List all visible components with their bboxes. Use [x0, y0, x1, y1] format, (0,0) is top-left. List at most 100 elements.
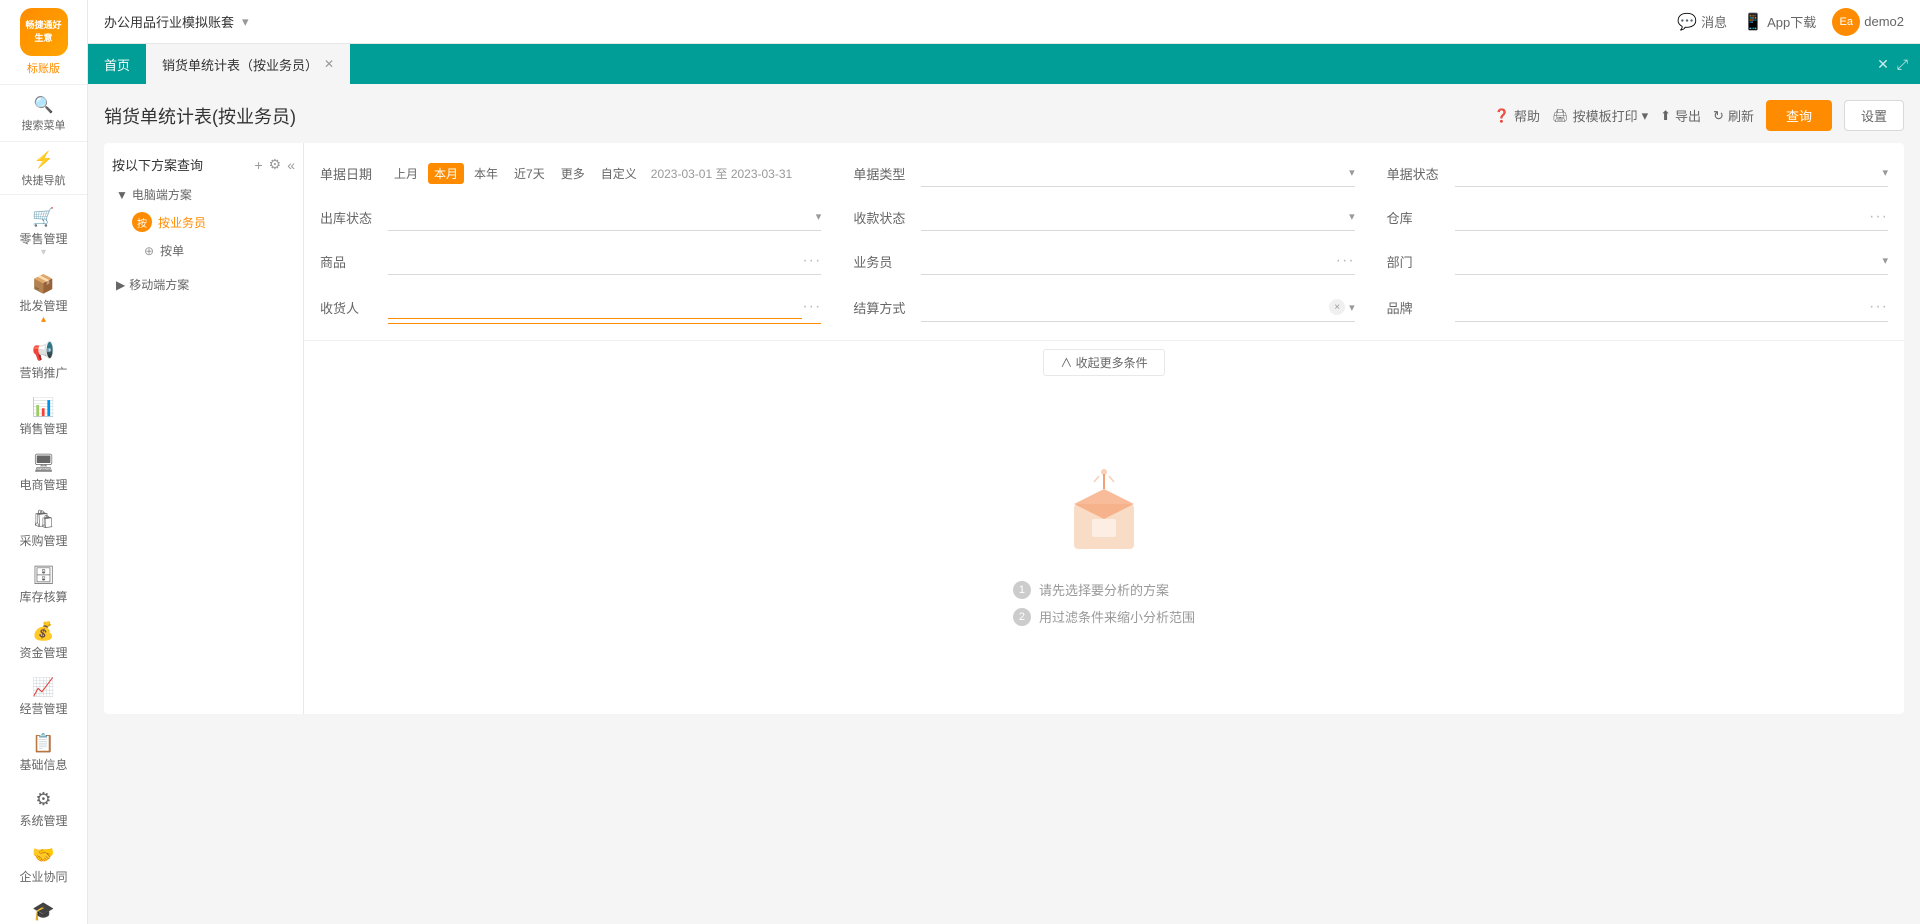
payment-clear-btn[interactable]: ×	[1329, 299, 1345, 315]
payment-arrow: ▾	[1349, 301, 1355, 314]
date-tab-more[interactable]: 更多	[555, 163, 591, 184]
wholesale-label: 批发管理	[19, 297, 67, 314]
ecommerce-label: 电商管理	[19, 476, 67, 493]
doc-type-select[interactable]: ▾	[921, 159, 1354, 187]
scheme-settings-btn[interactable]: ⚙	[269, 156, 282, 173]
sidebar-item-sales[interactable]: 📊 销售管理	[0, 389, 87, 445]
date-label: 单据日期	[320, 164, 380, 183]
pay-status-select[interactable]: ▾	[921, 203, 1354, 231]
tab-close-window-icon[interactable]: ✕	[1877, 56, 1889, 73]
print-dropdown-icon: ▾	[1642, 108, 1649, 124]
desktop-scheme-label: 电脑端方案	[132, 186, 192, 203]
sidebar-item-finance[interactable]: 💰 资金管理	[0, 613, 87, 669]
tabs-actions: ✕ ⤢	[1865, 56, 1920, 73]
page-title: 销货单统计表(按业务员)	[104, 103, 296, 129]
salesperson-scheme-label: 按业务员	[158, 214, 206, 231]
date-tab-7days[interactable]: 近7天	[508, 163, 551, 184]
topbar-dropdown-icon[interactable]: ▾	[242, 14, 249, 30]
sidebar-item-purchase[interactable]: 🛍 采购管理	[0, 501, 87, 557]
desktop-arrow-icon: ▼	[116, 188, 128, 202]
enterprise-icon: 🤝	[32, 845, 54, 866]
retail-label: 零售管理	[19, 230, 67, 247]
app-download-btn[interactable]: 📱 App下载	[1743, 12, 1816, 32]
template-print-btn[interactable]: 🖨 按模板打印 ▾	[1552, 106, 1648, 125]
scheme-item-by-doc[interactable]: ⊕ 按单	[112, 237, 295, 264]
message-label: 消息	[1701, 12, 1727, 31]
tab-home[interactable]: 首页	[88, 44, 146, 84]
warehouse-select[interactable]: ···	[1455, 203, 1888, 231]
tab-expand-icon[interactable]: ⤢	[1897, 56, 1908, 73]
filter-doc-type: 单据类型 ▾	[853, 159, 1354, 187]
salesperson-scheme-icon: 按	[132, 212, 152, 232]
sidebar: 畅捷通好生意 标账版 🔍 搜索菜单 ⚡ 快捷导航 🛒 零售管理 ▾ 📦 批发管理…	[0, 0, 88, 924]
settings-btn[interactable]: 设置	[1844, 100, 1904, 131]
salesperson-select[interactable]: ···	[921, 247, 1354, 275]
search-menu-item[interactable]: 🔍 搜索菜单	[0, 85, 87, 142]
tab-sales-stat[interactable]: 销货单统计表（按业务员） ✕	[146, 44, 350, 84]
desktop-scheme-title[interactable]: ▼ 电脑端方案	[112, 182, 295, 207]
mobile-scheme-title[interactable]: ▶ 移动端方案	[112, 272, 295, 297]
search-menu-label: 搜索菜单	[22, 117, 66, 133]
brand-select[interactable]: ···	[1455, 294, 1888, 322]
inventory-label: 库存核算	[19, 588, 67, 605]
collapse-panel-btn[interactable]: «	[287, 157, 295, 173]
empty-state: 1 请先选择要分析的方案 2 用过滤条件来缩小分析范围	[304, 384, 1904, 714]
sidebar-item-newbie[interactable]: 🎓 新手引导	[0, 893, 87, 924]
dept-select[interactable]: ▾	[1455, 247, 1888, 275]
date-tab-thismonth[interactable]: 本月	[428, 163, 464, 184]
payment-control: × ▾	[921, 294, 1354, 322]
out-status-arrow: ▾	[816, 210, 822, 223]
marketing-icon: 📢	[32, 341, 54, 362]
out-status-select[interactable]: ▾	[388, 203, 821, 231]
doc-status-control: ▾	[1455, 159, 1888, 187]
collapse-btn[interactable]: ∧ 收起更多条件	[1043, 349, 1164, 376]
date-tab-lastmonth[interactable]: 上月	[388, 163, 424, 184]
inventory-icon: 🗄	[32, 565, 55, 586]
payment-select[interactable]: × ▾	[921, 294, 1354, 322]
warehouse-label: 仓库	[1387, 208, 1447, 227]
sidebar-item-ecommerce[interactable]: 🖥 电商管理	[0, 445, 87, 501]
left-panel-actions: + ⚙ «	[254, 156, 295, 173]
date-tab-thisyear[interactable]: 本年	[468, 163, 504, 184]
sidebar-item-inventory[interactable]: 🗄 库存核算	[0, 557, 87, 613]
mobile-scheme-label: 移动端方案	[129, 276, 189, 293]
query-btn[interactable]: 查询	[1766, 100, 1832, 131]
template-print-label: 按模板打印	[1573, 106, 1638, 125]
filter-row-3: 商品 ··· 业务员	[320, 247, 1888, 275]
sidebar-logo: 畅捷通好生意 标账版	[0, 0, 87, 85]
tab-home-label: 首页	[104, 55, 130, 74]
sidebar-item-retail[interactable]: 🛒 零售管理 ▾	[0, 199, 87, 266]
sidebar-item-base[interactable]: 📋 基础信息	[0, 725, 87, 781]
salesperson-control: ···	[921, 247, 1354, 275]
consignee-dots: ···	[802, 298, 821, 316]
message-btn[interactable]: 💬 消息	[1677, 12, 1727, 32]
empty-step-2: 2 用过滤条件来缩小分析范围	[1013, 607, 1195, 626]
filter-row-4: 收货人 ··· 结算方式	[320, 291, 1888, 324]
scheme-item-salesperson[interactable]: 按 按业务员	[112, 207, 295, 237]
sidebar-item-system[interactable]: ⚙ 系统管理	[0, 781, 87, 837]
date-range-text: 2023-03-01 至 2023-03-31	[651, 165, 792, 182]
download-icon: 📱	[1743, 12, 1763, 32]
filter-dept: 部门 ▾	[1387, 247, 1888, 275]
doc-status-select[interactable]: ▾	[1455, 159, 1888, 187]
sidebar-item-enterprise[interactable]: 🤝 企业协同	[0, 837, 87, 893]
date-tabs: 上月 本月 本年 近7天 更多 自定义 2023-03-01 至 2023-03…	[388, 163, 821, 184]
goods-select[interactable]: ···	[388, 247, 821, 275]
date-tab-custom[interactable]: 自定义	[595, 163, 643, 184]
add-scheme-btn[interactable]: +	[254, 157, 262, 173]
consignee-input[interactable]	[388, 295, 802, 319]
topbar-left: 办公用品行业模拟账套 ▾	[104, 12, 249, 31]
user-profile[interactable]: Ea demo2	[1832, 8, 1904, 36]
quick-nav-item[interactable]: ⚡ 快捷导航	[0, 142, 87, 195]
export-btn[interactable]: ⬆ 导出	[1660, 106, 1701, 125]
sidebar-item-wholesale[interactable]: 📦 批发管理 ▴	[0, 266, 87, 333]
sidebar-item-operation[interactable]: 📈 经营管理	[0, 669, 87, 725]
step-1-num: 1	[1013, 581, 1031, 599]
help-btn[interactable]: ❓ 帮助	[1494, 106, 1540, 125]
warehouse-dots: ···	[1869, 208, 1888, 226]
tab-close-icon[interactable]: ✕	[324, 57, 334, 71]
sidebar-item-marketing[interactable]: 📢 营销推广	[0, 333, 87, 389]
filter-body: 单据日期 上月 本月 本年 近7天 更多 自定义 2023-03-01 至 20…	[304, 143, 1904, 340]
marketing-label: 营销推广	[19, 364, 67, 381]
refresh-btn[interactable]: ↻ 刷新	[1713, 106, 1754, 125]
